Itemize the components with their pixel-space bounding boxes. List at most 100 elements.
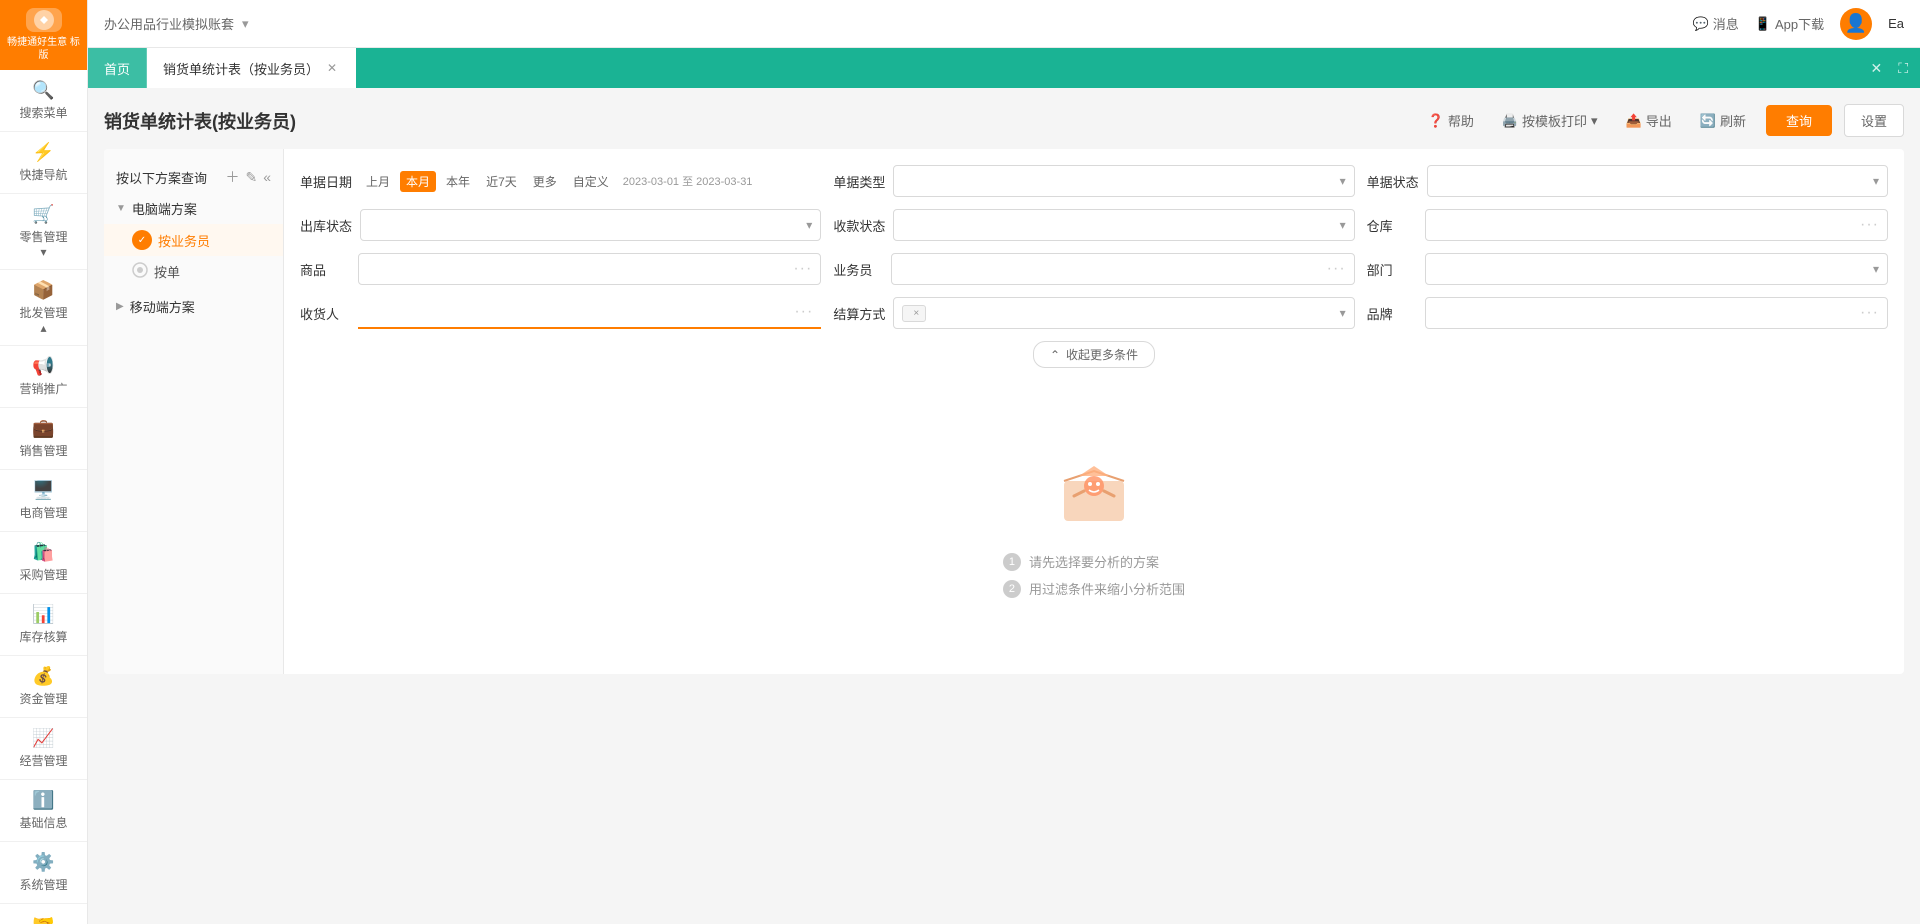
date-tab-custom[interactable]: 自定义 bbox=[567, 171, 615, 192]
search-icon: 🔍 bbox=[32, 80, 54, 101]
enterprise-icon: 🤝 bbox=[32, 914, 54, 924]
sidebar-item-purchase-label: 采购管理 bbox=[19, 566, 67, 583]
help-label: 帮助 bbox=[1448, 111, 1474, 130]
sidebar-item-operations-label: 经营管理 bbox=[19, 752, 67, 769]
filter-item-out-status: 出库状态 ▾ bbox=[300, 209, 821, 241]
date-tab-more[interactable]: 更多 bbox=[527, 171, 563, 192]
settlement-arrow-icon: ▾ bbox=[1340, 306, 1346, 320]
print-label: 按模板打印 bbox=[1522, 111, 1587, 130]
sidebar-item-marketing[interactable]: 📢 营销推广 bbox=[0, 346, 87, 408]
sidebar-item-sales-label: 销售管理 bbox=[19, 442, 67, 459]
tab-home[interactable]: 首页 bbox=[88, 48, 147, 88]
doc-type-arrow-icon: ▾ bbox=[1340, 174, 1346, 188]
sidebar-item-quick-nav-label: 快捷导航 bbox=[19, 166, 67, 183]
goods-label: 商品 bbox=[300, 260, 350, 279]
sidebar-item-inventory[interactable]: 📊 库存核算 bbox=[0, 594, 87, 656]
scheme-item-salesperson[interactable]: ✓ 按业务员 bbox=[104, 224, 283, 256]
filter-area: 单据日期 上月 本月 本年 近7天 更多 自定义 2023-03-01 至 20… bbox=[284, 149, 1904, 674]
department-control[interactable]: ▾ bbox=[1425, 253, 1888, 285]
message-icon: 💬 bbox=[1693, 16, 1709, 32]
scheme-item-salesperson-label: 按业务员 bbox=[158, 231, 210, 250]
logo-icon bbox=[26, 8, 62, 32]
scheme-collapse-icon[interactable]: « bbox=[263, 169, 271, 185]
tab-maximize-icon[interactable]: ⛶ bbox=[1894, 56, 1912, 81]
scheme-group-pc: ▼ 电脑端方案 ✓ 按业务员 bbox=[104, 193, 283, 287]
consignee-dots-icon: ··· bbox=[794, 303, 813, 321]
salesperson-control[interactable]: ··· bbox=[891, 253, 1354, 285]
settlement-tag: × bbox=[902, 305, 926, 322]
sidebar-item-quick-nav[interactable]: ⚡ 快捷导航 bbox=[0, 132, 87, 194]
message-label: 消息 bbox=[1713, 14, 1739, 33]
print-btn[interactable]: 🖨️ 按模板打印 ▾ bbox=[1494, 107, 1606, 134]
settlement-control[interactable]: × ▾ bbox=[893, 297, 1354, 329]
sidebar-item-ecommerce[interactable]: 🖥️ 电商管理 bbox=[0, 470, 87, 532]
refresh-icon: 🔄 bbox=[1700, 113, 1716, 129]
doc-status-label: 单据状态 bbox=[1367, 172, 1419, 191]
sidebar-item-basic-info[interactable]: ℹ️ 基础信息 bbox=[0, 780, 87, 842]
tab-sales-stat[interactable]: 销货单统计表（按业务员） ✕ bbox=[147, 48, 356, 88]
date-tab-current-month[interactable]: 本月 bbox=[400, 171, 436, 192]
basic-info-icon: ℹ️ bbox=[32, 790, 54, 811]
doc-status-control[interactable]: ▾ bbox=[1427, 165, 1888, 197]
date-tab-current-year[interactable]: 本年 bbox=[440, 171, 476, 192]
sidebar-item-basic-info-label: 基础信息 bbox=[19, 814, 67, 831]
refresh-label: 刷新 bbox=[1720, 111, 1746, 130]
sidebar-item-sales[interactable]: 💼 销售管理 bbox=[0, 408, 87, 470]
message-btn[interactable]: 💬 消息 bbox=[1693, 14, 1739, 33]
tab-close-icon[interactable]: ✕ bbox=[325, 59, 339, 77]
date-tab-last-month[interactable]: 上月 bbox=[360, 171, 396, 192]
wholesale-icon: 📦 bbox=[32, 280, 54, 301]
goods-control[interactable]: ··· bbox=[358, 253, 821, 285]
date-filter-label: 单据日期 bbox=[300, 172, 352, 191]
refresh-btn[interactable]: 🔄 刷新 bbox=[1692, 107, 1754, 134]
consignee-control[interactable]: ··· bbox=[358, 297, 821, 329]
sidebar-item-search[interactable]: 🔍 搜索菜单 bbox=[0, 70, 87, 132]
sidebar-item-operations[interactable]: 📈 经营管理 bbox=[0, 718, 87, 780]
out-status-label: 出库状态 bbox=[300, 216, 352, 235]
user-avatar[interactable]: 👤 bbox=[1840, 8, 1872, 40]
filter-item-date: 单据日期 上月 本月 本年 近7天 更多 自定义 2023-03-01 至 20… bbox=[300, 165, 821, 197]
sidebar-item-purchase[interactable]: 🛍️ 采购管理 bbox=[0, 532, 87, 594]
sidebar-item-marketing-label: 营销推广 bbox=[19, 380, 67, 397]
tab-close-window-icon[interactable]: ✕ bbox=[1866, 56, 1886, 81]
scheme-add-icon[interactable]: ＋ bbox=[225, 167, 239, 187]
scheme-group-mobile-header[interactable]: ▶ 移动端方案 bbox=[104, 291, 283, 322]
settings-btn[interactable]: 设置 bbox=[1844, 104, 1904, 137]
scheme-group-pc-header[interactable]: ▼ 电脑端方案 bbox=[104, 193, 283, 224]
breadcrumb-dropdown-icon[interactable]: ▾ bbox=[242, 16, 249, 32]
collapse-label: 收起更多条件 bbox=[1066, 346, 1138, 363]
help-btn[interactable]: ❓ 帮助 bbox=[1420, 107, 1482, 134]
date-tab-7days[interactable]: 近7天 bbox=[480, 171, 523, 192]
settlement-tag-close[interactable]: × bbox=[913, 308, 919, 319]
sidebar-item-wholesale[interactable]: 📦 批发管理 ▴ bbox=[0, 270, 87, 346]
sidebar-item-finance[interactable]: 💰 资金管理 bbox=[0, 656, 87, 718]
filter-item-doc-status: 单据状态 ▾ bbox=[1367, 165, 1888, 197]
app-download-label: App下载 bbox=[1775, 14, 1824, 33]
app-download-btn[interactable]: 📱 App下载 bbox=[1755, 14, 1824, 33]
sidebar-item-retail[interactable]: 🛒 零售管理 ▾ bbox=[0, 194, 87, 270]
filter-row-2: 出库状态 ▾ 收款状态 ▾ 仓库 bbox=[300, 209, 1888, 241]
department-label: 部门 bbox=[1367, 260, 1417, 279]
date-tabs: 上月 本月 本年 近7天 更多 自定义 bbox=[360, 171, 615, 192]
scheme-edit-icon[interactable]: ✎ bbox=[245, 169, 257, 186]
scheme-item-order[interactable]: 按单 bbox=[104, 256, 283, 287]
sidebar-item-finance-label: 资金管理 bbox=[19, 690, 67, 707]
doc-type-control[interactable]: ▾ bbox=[893, 165, 1354, 197]
home-tab-label: 首页 bbox=[104, 59, 130, 78]
salesperson-label: 业务员 bbox=[833, 260, 883, 279]
query-btn[interactable]: 查询 bbox=[1766, 105, 1832, 136]
top-bar: 办公用品行业模拟账套 ▾ 💬 消息 📱 App下载 👤 Ea bbox=[88, 0, 1920, 48]
payment-status-control[interactable]: ▾ bbox=[893, 209, 1354, 241]
export-btn[interactable]: 📤 导出 bbox=[1618, 107, 1680, 134]
sidebar-item-enterprise[interactable]: 🤝 企业协同 bbox=[0, 904, 87, 924]
sidebar-item-system[interactable]: ⚙️ 系统管理 bbox=[0, 842, 87, 904]
out-status-control[interactable]: ▾ bbox=[360, 209, 821, 241]
warehouse-control[interactable]: ··· bbox=[1425, 209, 1888, 241]
brand-label: 品牌 bbox=[1367, 304, 1417, 323]
page-content: 销货单统计表(按业务员) ❓ 帮助 🖨️ 按模板打印 ▾ 📤 导出 🔄 刷 bbox=[88, 88, 1920, 924]
brand-control[interactable]: ··· bbox=[1425, 297, 1888, 329]
collapse-btn[interactable]: ⌃ 收起更多条件 bbox=[1033, 341, 1155, 368]
print-dropdown-icon: ▾ bbox=[1591, 113, 1598, 129]
scheme-group-mobile: ▶ 移动端方案 bbox=[104, 291, 283, 322]
sidebar-logo: 畅捷通好生意 标版 bbox=[0, 0, 88, 70]
